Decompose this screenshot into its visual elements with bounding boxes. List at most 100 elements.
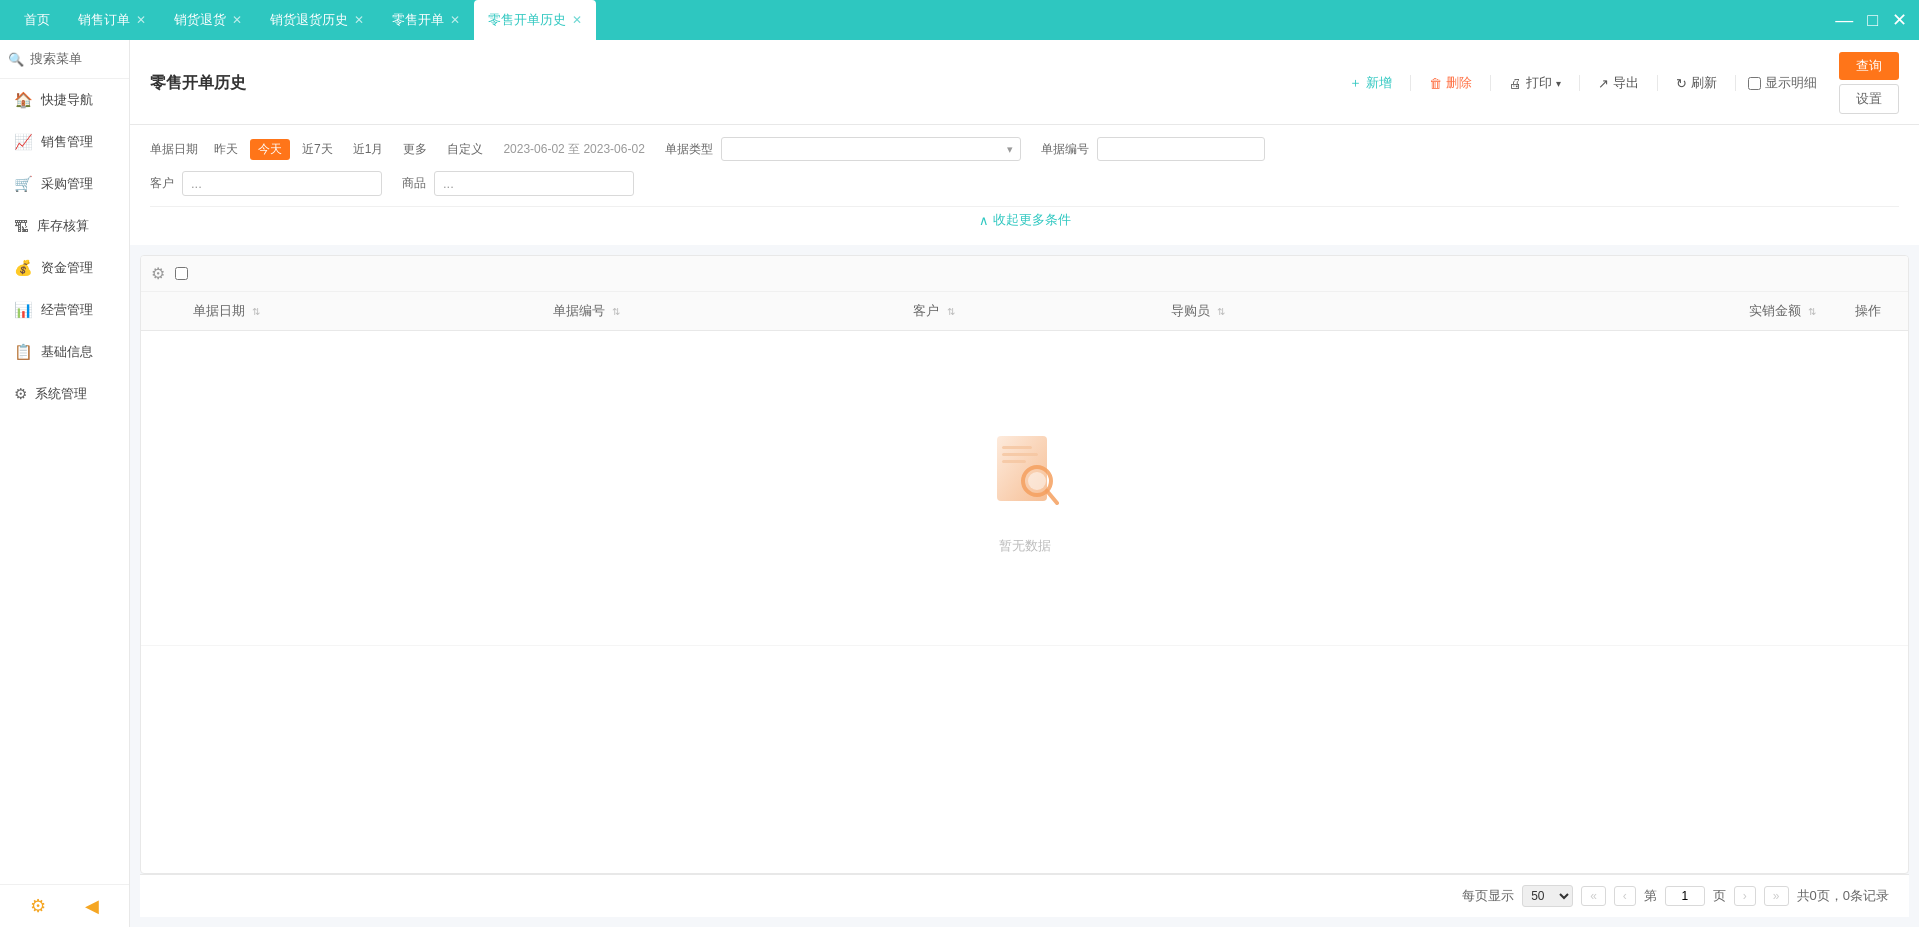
th-guide[interactable]: 导购员 ⇅ — [1159, 292, 1468, 331]
date-btn-today[interactable]: 今天 — [250, 139, 290, 160]
th-amount[interactable]: 实销金额 ⇅ — [1468, 292, 1828, 331]
query-button[interactable]: 查询 — [1839, 52, 1899, 80]
tab-sales-return[interactable]: 销货退货 ✕ — [160, 0, 256, 40]
pagination-bar: 每页显示 50 100 200 « ‹ 第 页 › » 共0页，0条记录 — [140, 874, 1909, 917]
th-guide-sort-icon: ⇅ — [1217, 306, 1225, 317]
refresh-label: 刷新 — [1691, 74, 1717, 92]
total-info: 共0页，0条记录 — [1797, 887, 1889, 905]
print-button[interactable]: 🖨 打印 ▾ — [1503, 70, 1567, 96]
th-date[interactable]: 单据日期 ⇅ — [181, 292, 541, 331]
delete-button[interactable]: 🗑 删除 — [1423, 70, 1478, 96]
toolbar-divider-5 — [1735, 75, 1736, 91]
goods-placeholder: ... — [443, 176, 454, 191]
sidebar-item-sales-mgmt[interactable]: 📈 销售管理 — [0, 121, 129, 163]
table-head: 单据日期 ⇅ 单据编号 ⇅ 客户 ⇅ 导购员 ⇅ — [141, 292, 1908, 331]
toolbar: ＋ 新增 🗑 删除 🖨 打印 ▾ — [1343, 52, 1899, 114]
print-arrow-icon: ▾ — [1556, 78, 1561, 89]
next-page-button[interactable]: › — [1734, 886, 1756, 906]
tab-retail-open-history-close[interactable]: ✕ — [572, 13, 582, 27]
svg-point-5 — [1028, 472, 1046, 490]
date-btn-1month[interactable]: 近1月 — [345, 139, 392, 160]
docno-filter-label: 单据编号 — [1041, 141, 1089, 158]
th-guide-label: 导购员 — [1171, 303, 1210, 318]
tab-sales-return-history[interactable]: 销货退货历史 ✕ — [256, 0, 378, 40]
add-icon: ＋ — [1349, 74, 1362, 92]
display-cols-button[interactable]: 显示明细 — [1748, 74, 1817, 92]
doctype-filter-label: 单据类型 — [665, 141, 713, 158]
date-btn-custom[interactable]: 自定义 — [439, 139, 491, 160]
finance-icon: 💰 — [14, 259, 33, 277]
refresh-button[interactable]: ↻ 刷新 — [1670, 70, 1723, 96]
per-page-label: 每页显示 — [1462, 887, 1514, 905]
maximize-icon[interactable]: □ — [1865, 8, 1880, 33]
page-label: 第 — [1644, 887, 1657, 905]
sidebar-item-quick-nav[interactable]: 🏠 快捷导航 — [0, 79, 129, 121]
filter-date-field: 单据日期 昨天 今天 近7天 近1月 更多 自定义 2023-06-02 至 2… — [150, 139, 645, 160]
sidebar-item-finance[interactable]: 💰 资金管理 — [0, 247, 129, 289]
sidebar-item-base-info[interactable]: 📋 基础信息 — [0, 331, 129, 373]
doctype-select[interactable] — [721, 137, 1021, 161]
table-settings-icon[interactable]: ⚙ — [151, 264, 165, 283]
delete-label: 删除 — [1446, 74, 1472, 92]
th-no[interactable]: 单据编号 ⇅ — [541, 292, 901, 331]
customer-select-btn[interactable]: ... — [182, 171, 382, 196]
date-btn-more[interactable]: 更多 — [395, 139, 435, 160]
th-ops: 操作 — [1828, 292, 1908, 331]
tab-home[interactable]: 首页 — [10, 0, 64, 40]
th-customer[interactable]: 客户 ⇅ — [901, 292, 1159, 331]
tab-retail-open-close[interactable]: ✕ — [450, 13, 460, 27]
docno-input[interactable] — [1097, 137, 1265, 161]
tab-retail-open[interactable]: 零售开单 ✕ — [378, 0, 474, 40]
filter-goods-field: 商品 ... — [402, 171, 634, 196]
page-number-input[interactable] — [1665, 886, 1705, 906]
add-button[interactable]: ＋ 新增 — [1343, 70, 1398, 96]
select-all-checkbox[interactable] — [175, 267, 188, 280]
date-btn-7days[interactable]: 近7天 — [294, 139, 341, 160]
refresh-icon: ↻ — [1676, 76, 1687, 91]
delete-icon: 🗑 — [1429, 76, 1442, 91]
close-window-icon[interactable]: ✕ — [1890, 7, 1909, 33]
table-header-row: 单据日期 ⇅ 单据编号 ⇅ 客户 ⇅ 导购员 ⇅ — [141, 292, 1908, 331]
th-date-sort-icon: ⇅ — [252, 306, 260, 317]
sidebar-item-system-label: 系统管理 — [35, 385, 87, 403]
last-page-button[interactable]: » — [1764, 886, 1789, 906]
tab-retail-open-history[interactable]: 零售开单历史 ✕ — [474, 0, 596, 40]
filter-docno-field: 单据编号 — [1041, 137, 1265, 161]
sidebar-item-inventory[interactable]: 🏗 库存核算 — [0, 205, 129, 247]
main-layout: 🔍 搜索菜单 🏠 快捷导航 📈 销售管理 🛒 采购管理 🏗 库存核算 💰 资金管… — [0, 40, 1919, 927]
table-body: 暂无数据 — [141, 331, 1908, 646]
sidebar-settings-icon[interactable]: ⚙ — [30, 895, 46, 917]
sidebar-search[interactable]: 🔍 搜索菜单 — [0, 40, 129, 79]
tab-sales-order-close[interactable]: ✕ — [136, 13, 146, 27]
tab-sales-return-close[interactable]: ✕ — [232, 13, 242, 27]
empty-text: 暂无数据 — [999, 537, 1051, 555]
doctype-select-wrap: ▾ — [721, 137, 1021, 161]
display-cols-checkbox[interactable] — [1748, 77, 1761, 90]
setting-button[interactable]: 设置 — [1839, 84, 1899, 114]
per-page-select[interactable]: 50 100 200 — [1522, 885, 1573, 907]
tab-sales-order-label: 销售订单 — [78, 11, 130, 29]
date-btn-yesterday[interactable]: 昨天 — [206, 139, 246, 160]
tab-retail-open-history-label: 零售开单历史 — [488, 11, 566, 29]
table-toolbar: ⚙ — [141, 256, 1908, 292]
collapse-button[interactable]: ∧ 收起更多条件 — [979, 211, 1071, 229]
inventory-icon: 🏗 — [14, 218, 29, 235]
first-page-button[interactable]: « — [1581, 886, 1606, 906]
sidebar-collapse-icon[interactable]: ◀ — [85, 895, 99, 917]
prev-page-button[interactable]: ‹ — [1614, 886, 1636, 906]
goods-select-btn[interactable]: ... — [434, 171, 634, 196]
toolbar-divider-2 — [1490, 75, 1491, 91]
tab-sales-order[interactable]: 销售订单 ✕ — [64, 0, 160, 40]
sidebar-item-system[interactable]: ⚙ 系统管理 — [0, 373, 129, 415]
export-button[interactable]: ↗ 导出 — [1592, 70, 1645, 96]
svg-rect-2 — [1002, 453, 1038, 456]
page-of-label: 页 — [1713, 887, 1726, 905]
tab-sales-return-history-close[interactable]: ✕ — [354, 13, 364, 27]
minimize-icon[interactable]: — — [1833, 8, 1855, 33]
sidebar-item-operations[interactable]: 📊 经营管理 — [0, 289, 129, 331]
th-customer-sort-icon: ⇅ — [947, 306, 955, 317]
sidebar-item-purchase-mgmt[interactable]: 🛒 采购管理 — [0, 163, 129, 205]
display-cols-label: 显示明细 — [1765, 74, 1817, 92]
tab-retail-open-label: 零售开单 — [392, 11, 444, 29]
sidebar-item-purchase-mgmt-label: 采购管理 — [41, 175, 93, 193]
